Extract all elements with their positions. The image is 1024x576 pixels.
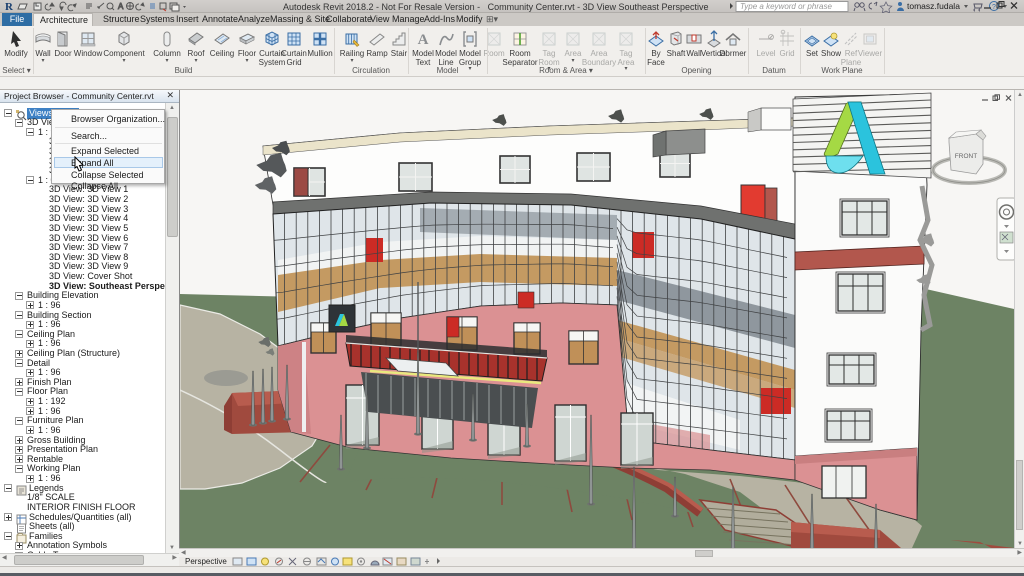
svg-text:Type a keyword or phrase: Type a keyword or phrase xyxy=(740,2,832,11)
svg-text:A: A xyxy=(118,2,124,11)
svg-text:R: R xyxy=(5,1,14,13)
svg-text:FRONT: FRONT xyxy=(955,153,977,160)
svg-text:tomasz.fudala: tomasz.fudala xyxy=(907,1,960,11)
